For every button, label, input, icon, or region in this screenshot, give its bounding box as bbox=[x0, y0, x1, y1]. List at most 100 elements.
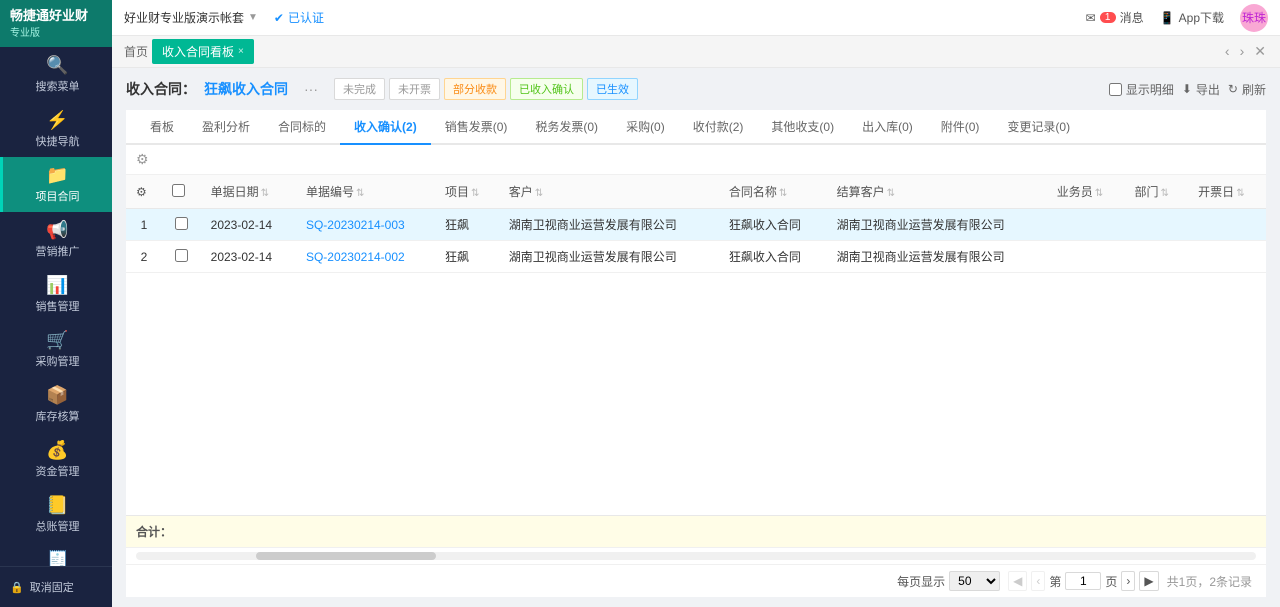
footer-total-label: 合计： bbox=[136, 523, 196, 540]
row-link-1[interactable]: SQ-20230214-003 bbox=[306, 218, 405, 232]
home-tab[interactable]: 首页 bbox=[124, 43, 148, 60]
row-number-2[interactable]: SQ-20230214-002 bbox=[296, 241, 435, 273]
page-unit: 页 bbox=[1105, 573, 1117, 590]
col-header-customer[interactable]: 客户⇅ bbox=[499, 175, 719, 209]
phone-icon: 📱 bbox=[1160, 11, 1175, 25]
company-name: 好业财专业版演示帐套 bbox=[124, 9, 244, 26]
per-page-select[interactable]: 50 100 200 bbox=[949, 571, 1000, 591]
sidebar-item-project[interactable]: 📁 项目合同 bbox=[0, 157, 112, 212]
page-navigation: ◀ ‹ 第 页 › ▶ bbox=[1008, 571, 1159, 591]
tab-close-button[interactable]: × bbox=[238, 46, 244, 57]
certified-badge: ✔ 已认证 bbox=[274, 9, 324, 26]
message-button[interactable]: ✉ 1 消息 bbox=[1086, 9, 1144, 26]
export-icon: ⬇ bbox=[1182, 82, 1192, 96]
sub-tab-confirm[interactable]: 收入确认(2) bbox=[340, 110, 431, 145]
first-page-button[interactable]: ◀ bbox=[1008, 571, 1027, 591]
contract-more-button[interactable]: ··· bbox=[304, 81, 318, 97]
table-scroll[interactable]: ⚙ 单据日期⇅单据编号⇅项目⇅客户⇅合同名称⇅结算客户⇅业务员⇅部门⇅开票日⇅ 1… bbox=[126, 175, 1266, 515]
sub-tab-tax-invoice[interactable]: 税务发票(0) bbox=[521, 110, 612, 145]
col-header-salesperson[interactable]: 业务员⇅ bbox=[1047, 175, 1125, 209]
scroll-thumb[interactable] bbox=[256, 552, 436, 560]
row-date-2: 2023-02-14 bbox=[201, 241, 296, 273]
row-seq-1: 1 bbox=[126, 209, 162, 241]
sub-tab-changes[interactable]: 变更记录(0) bbox=[993, 110, 1084, 145]
sidebar-item-marketing[interactable]: 📢 营销推广 bbox=[0, 212, 112, 267]
col-header-date[interactable]: 单据日期⇅ bbox=[201, 175, 296, 209]
select-all-checkbox[interactable] bbox=[172, 184, 185, 197]
scrollbar-area bbox=[126, 547, 1266, 564]
status-badge-confirmed[interactable]: 已收入确认 bbox=[510, 78, 583, 100]
col-header-contract_name[interactable]: 合同名称⇅ bbox=[719, 175, 827, 209]
sidebar-icon-nav: ⚡ bbox=[46, 110, 68, 131]
col-header-project[interactable]: 项目⇅ bbox=[435, 175, 499, 209]
next-page-button[interactable]: › bbox=[1121, 571, 1135, 591]
settings-icon[interactable]: ⚙ bbox=[136, 151, 149, 168]
sidebar-nav: 🔍 搜索菜单 ⚡ 快捷导航 📁 项目合同 📢 营销推广 📊 销售管理 🛒 采购管… bbox=[0, 47, 112, 566]
tab-prev-icon[interactable]: ‹ bbox=[1223, 41, 1232, 62]
export-label: 导出 bbox=[1196, 81, 1220, 98]
status-badge-not-invoiced[interactable]: 未开票 bbox=[389, 78, 440, 100]
refresh-button[interactable]: ↻ 刷新 bbox=[1228, 81, 1266, 98]
sidebar-item-invoice[interactable]: 🧾 发票管理 bbox=[0, 542, 112, 566]
page-input[interactable] bbox=[1065, 572, 1101, 590]
show-details-label: 显示明细 bbox=[1126, 81, 1174, 98]
sidebar-item-finance[interactable]: 💰 资金管理 bbox=[0, 432, 112, 487]
sub-tab-standard[interactable]: 合同标的 bbox=[264, 110, 340, 145]
tab-close-icon[interactable]: ✕ bbox=[1252, 41, 1268, 62]
row-final-customer-1: 湖南卫视商业运营发展有限公司 bbox=[827, 209, 1047, 241]
row-checkbox-2[interactable] bbox=[162, 241, 201, 273]
sub-tab-profit[interactable]: 盈利分析 bbox=[188, 110, 264, 145]
sidebar-item-sales[interactable]: 📊 销售管理 bbox=[0, 267, 112, 322]
status-badge-partial[interactable]: 部分收款 bbox=[444, 78, 506, 100]
sidebar-lock-item[interactable]: 🔒 取消固定 bbox=[0, 573, 112, 601]
sub-tab-purchase[interactable]: 采购(0) bbox=[612, 110, 679, 145]
sub-tab-payment[interactable]: 收付款(2) bbox=[679, 110, 758, 145]
col-header-final_customer[interactable]: 结算客户⇅ bbox=[827, 175, 1047, 209]
sidebar-item-inventory[interactable]: 📦 库存核算 bbox=[0, 377, 112, 432]
active-tab[interactable]: 收入合同看板 × bbox=[152, 39, 254, 64]
sidebar-item-nav[interactable]: ⚡ 快捷导航 bbox=[0, 102, 112, 157]
status-badge-effective[interactable]: 已生效 bbox=[587, 78, 638, 100]
sidebar-label-purchase: 采购管理 bbox=[36, 353, 80, 369]
company-selector[interactable]: 好业财专业版演示帐套 ▼ bbox=[124, 9, 258, 26]
sub-tab-kanban[interactable]: 看板 bbox=[136, 110, 188, 145]
scroll-track[interactable] bbox=[136, 552, 1256, 560]
sort-icon-number: ⇅ bbox=[356, 188, 364, 199]
contract-header: 收入合同： 狂飙收入合同 ··· 未完成未开票部分收款已收入确认已生效 显示明细… bbox=[126, 78, 1266, 100]
show-details-input[interactable] bbox=[1109, 83, 1122, 96]
export-button[interactable]: ⬇ 导出 bbox=[1182, 81, 1220, 98]
app-download-button[interactable]: 📱 App下载 bbox=[1160, 9, 1224, 26]
settings-col-icon[interactable]: ⚙ bbox=[136, 185, 147, 199]
sub-tab-attachment[interactable]: 附件(0) bbox=[927, 110, 994, 145]
sub-tab-warehouse[interactable]: 出入库(0) bbox=[848, 110, 927, 145]
row-check-2[interactable] bbox=[175, 249, 188, 262]
prev-page-button[interactable]: ‹ bbox=[1031, 571, 1045, 591]
sidebar-label-sales: 销售管理 bbox=[36, 298, 80, 314]
sidebar-label-inventory: 库存核算 bbox=[36, 408, 80, 424]
row-link-2[interactable]: SQ-20230214-002 bbox=[306, 250, 405, 264]
row-salesperson-1 bbox=[1047, 209, 1125, 241]
row-number-1[interactable]: SQ-20230214-003 bbox=[296, 209, 435, 241]
last-page-button[interactable]: ▶ bbox=[1139, 571, 1158, 591]
tab-nav-buttons: ‹ › ✕ bbox=[1223, 41, 1268, 62]
contract-prefix: 收入合同： bbox=[126, 79, 196, 99]
sub-tab-sales-invoice[interactable]: 销售发票(0) bbox=[431, 110, 522, 145]
topbar-right: ✉ 1 消息 📱 App下载 珠珠 bbox=[1086, 4, 1268, 32]
sidebar-item-purchase[interactable]: 🛒 采购管理 bbox=[0, 322, 112, 377]
col-header-department[interactable]: 部门⇅ bbox=[1124, 175, 1188, 209]
col-header-number[interactable]: 单据编号⇅ bbox=[296, 175, 435, 209]
user-avatar[interactable]: 珠珠 bbox=[1240, 4, 1268, 32]
tab-next-icon[interactable]: › bbox=[1238, 41, 1247, 62]
row-checkbox-1[interactable] bbox=[162, 209, 201, 241]
sidebar-item-general[interactable]: 📒 总账管理 bbox=[0, 487, 112, 542]
sub-tab-other-income[interactable]: 其他收支(0) bbox=[757, 110, 848, 145]
row-check-1[interactable] bbox=[175, 217, 188, 230]
status-badge-incomplete[interactable]: 未完成 bbox=[334, 78, 385, 100]
topbar: 好业财专业版演示帐套 ▼ ✔ 已认证 ✉ 1 消息 📱 App下载 珠珠 bbox=[112, 0, 1280, 36]
table-row[interactable]: 1 2023-02-14 SQ-20230214-003 狂飙 湖南卫视商业运营… bbox=[126, 209, 1266, 241]
col-header-open_date[interactable]: 开票日⇅ bbox=[1188, 175, 1266, 209]
table-row[interactable]: 2 2023-02-14 SQ-20230214-002 狂飙 湖南卫视商业运营… bbox=[126, 241, 1266, 273]
show-details-checkbox[interactable]: 显示明细 bbox=[1109, 81, 1174, 98]
main-content: 好业财专业版演示帐套 ▼ ✔ 已认证 ✉ 1 消息 📱 App下载 珠珠 首页 … bbox=[112, 0, 1280, 607]
sidebar-item-search[interactable]: 🔍 搜索菜单 bbox=[0, 47, 112, 102]
